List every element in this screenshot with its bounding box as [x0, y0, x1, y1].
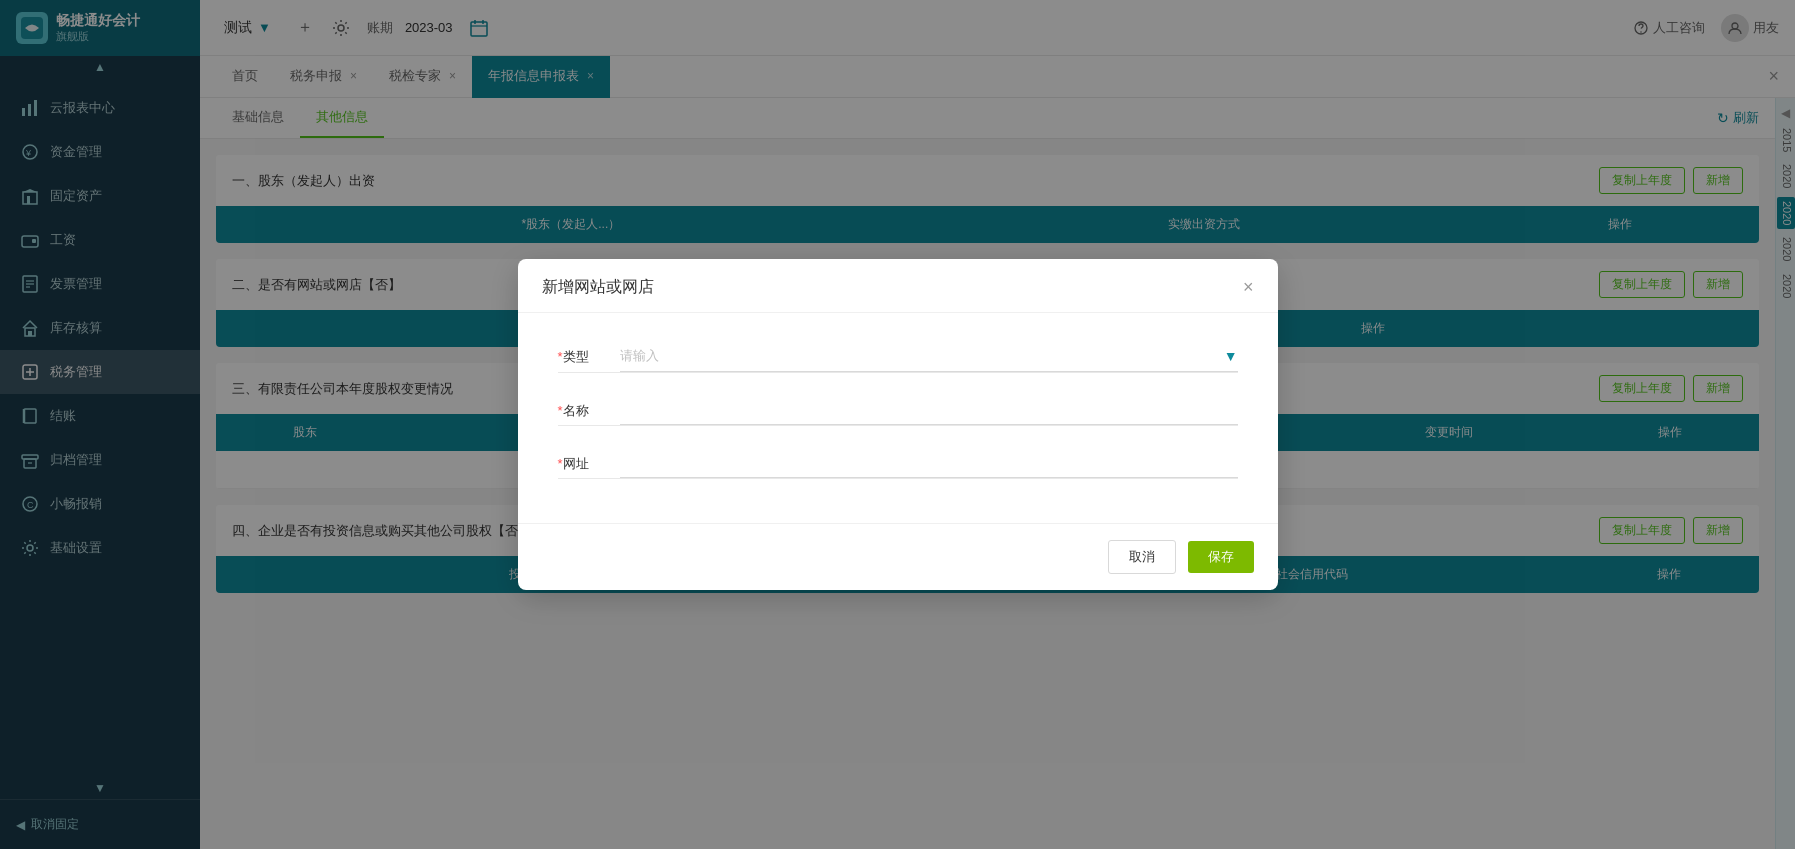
- dialog-header: 新增网站或网店 ×: [518, 259, 1278, 313]
- dialog-add-website: 新增网站或网店 × *类型 请输入 ▼: [518, 259, 1278, 590]
- dialog-title: 新增网站或网店: [542, 277, 654, 298]
- type-label: *类型: [558, 348, 608, 366]
- name-label-text: 名称: [563, 403, 589, 418]
- dialog-footer: 取消 保存: [518, 523, 1278, 590]
- form-field-url: *网址: [558, 450, 1238, 478]
- url-label: *网址: [558, 455, 608, 473]
- form-field-type: *类型 请输入 ▼: [558, 341, 1238, 372]
- name-label: *名称: [558, 402, 608, 420]
- form-row-type: *类型 请输入 ▼: [558, 341, 1238, 373]
- type-select[interactable]: 请输入 ▼: [620, 341, 1238, 372]
- form-row-name: *名称: [558, 397, 1238, 426]
- url-input[interactable]: [620, 450, 1238, 478]
- type-placeholder: 请输入: [620, 347, 1224, 365]
- save-button[interactable]: 保存: [1188, 541, 1254, 573]
- type-label-text: 类型: [563, 349, 589, 364]
- modal-overlay[interactable]: 新增网站或网店 × *类型 请输入 ▼: [0, 0, 1795, 849]
- form-field-name: *名称: [558, 397, 1238, 425]
- type-dropdown-icon: ▼: [1224, 348, 1238, 364]
- dialog-close-button[interactable]: ×: [1243, 277, 1254, 298]
- cancel-button[interactable]: 取消: [1108, 540, 1176, 574]
- form-row-url: *网址: [558, 450, 1238, 479]
- dialog-body: *类型 请输入 ▼ *名称: [518, 313, 1278, 523]
- url-label-text: 网址: [563, 456, 589, 471]
- name-input[interactable]: [620, 397, 1238, 425]
